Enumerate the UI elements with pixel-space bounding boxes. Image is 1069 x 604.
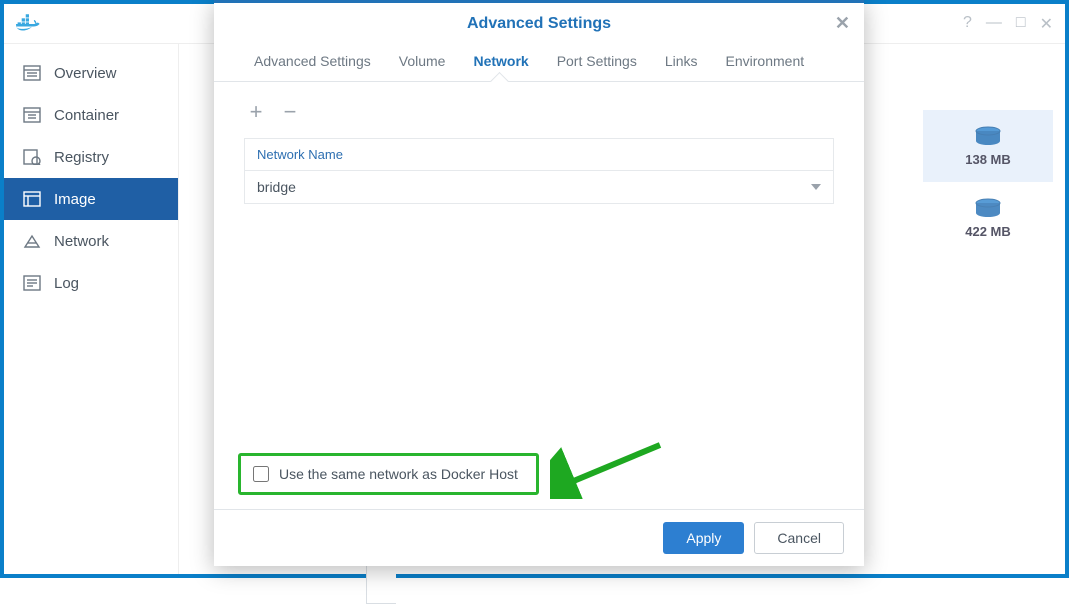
overview-icon bbox=[22, 64, 42, 82]
host-network-checkbox-label[interactable]: Use the same network as Docker Host bbox=[279, 466, 518, 482]
network-toolbar: + − bbox=[244, 96, 834, 138]
tab-advanced-settings[interactable]: Advanced Settings bbox=[240, 43, 385, 81]
tab-port-settings[interactable]: Port Settings bbox=[543, 43, 651, 81]
modal-title: Advanced Settings bbox=[467, 15, 611, 32]
sidebar-item-registry[interactable]: Registry bbox=[4, 136, 178, 178]
sidebar-item-log[interactable]: Log bbox=[4, 262, 178, 304]
network-table-header[interactable]: Network Name bbox=[245, 139, 833, 171]
network-table: Network Name bridge bbox=[244, 138, 834, 204]
host-network-checkbox-highlight: Use the same network as Docker Host bbox=[238, 453, 539, 495]
sidebar-item-label: Registry bbox=[54, 149, 109, 166]
image-icon bbox=[22, 190, 42, 208]
container-icon bbox=[22, 106, 42, 124]
window-controls: ? — □ ✕ bbox=[963, 14, 1053, 34]
sidebar-item-container[interactable]: Container bbox=[4, 94, 178, 136]
close-icon[interactable]: ✕ bbox=[835, 13, 850, 34]
sidebar-item-label: Container bbox=[54, 107, 119, 124]
advanced-settings-modal: Advanced Settings ✕ Advanced Settings Vo… bbox=[214, 0, 864, 566]
log-icon bbox=[22, 274, 42, 292]
chevron-down-icon bbox=[811, 184, 821, 190]
image-size-label: 422 MB bbox=[965, 224, 1011, 239]
tab-volume[interactable]: Volume bbox=[385, 43, 460, 81]
remove-network-button[interactable]: − bbox=[278, 100, 302, 124]
add-network-button[interactable]: + bbox=[244, 100, 268, 124]
sidebar-item-label: Image bbox=[54, 191, 96, 208]
tab-environment[interactable]: Environment bbox=[712, 43, 819, 81]
apply-button[interactable]: Apply bbox=[663, 522, 744, 554]
tab-links[interactable]: Links bbox=[651, 43, 712, 81]
cancel-button[interactable]: Cancel bbox=[754, 522, 844, 554]
sidebar-item-label: Overview bbox=[54, 65, 117, 82]
annotation-arrow-icon bbox=[550, 439, 670, 499]
sidebar: Overview Container Registry Image Networ… bbox=[4, 44, 179, 574]
maximize-icon[interactable]: □ bbox=[1016, 14, 1026, 34]
image-size-label: 138 MB bbox=[965, 152, 1011, 167]
network-value: bridge bbox=[257, 179, 296, 195]
disk-icon bbox=[973, 126, 1003, 148]
sidebar-item-label: Network bbox=[54, 233, 109, 250]
modal-body: + − Network Name bridge Use the same net… bbox=[214, 82, 864, 509]
network-icon bbox=[22, 232, 42, 250]
image-card[interactable]: 138 MB bbox=[923, 110, 1053, 182]
help-icon[interactable]: ? bbox=[963, 14, 972, 34]
disk-icon bbox=[973, 198, 1003, 220]
sidebar-item-label: Log bbox=[54, 275, 79, 292]
docker-logo-icon bbox=[16, 13, 42, 35]
sidebar-item-overview[interactable]: Overview bbox=[4, 52, 178, 94]
tab-network[interactable]: Network bbox=[459, 43, 542, 81]
image-card[interactable]: 422 MB bbox=[923, 182, 1053, 254]
sidebar-item-network[interactable]: Network bbox=[4, 220, 178, 262]
registry-icon bbox=[22, 148, 42, 166]
minimize-icon[interactable]: — bbox=[986, 14, 1002, 34]
modal-tabs: Advanced Settings Volume Network Port Se… bbox=[214, 43, 864, 82]
modal-header: Advanced Settings ✕ bbox=[214, 3, 864, 43]
close-window-icon[interactable]: ✕ bbox=[1040, 14, 1053, 34]
image-size-cards: 138 MB 422 MB bbox=[923, 110, 1053, 254]
modal-footer: Apply Cancel bbox=[214, 509, 864, 566]
network-column-label: Network Name bbox=[257, 147, 343, 162]
sidebar-item-image[interactable]: Image bbox=[4, 178, 178, 220]
host-network-checkbox[interactable] bbox=[253, 466, 269, 482]
network-select-row[interactable]: bridge bbox=[245, 171, 833, 204]
